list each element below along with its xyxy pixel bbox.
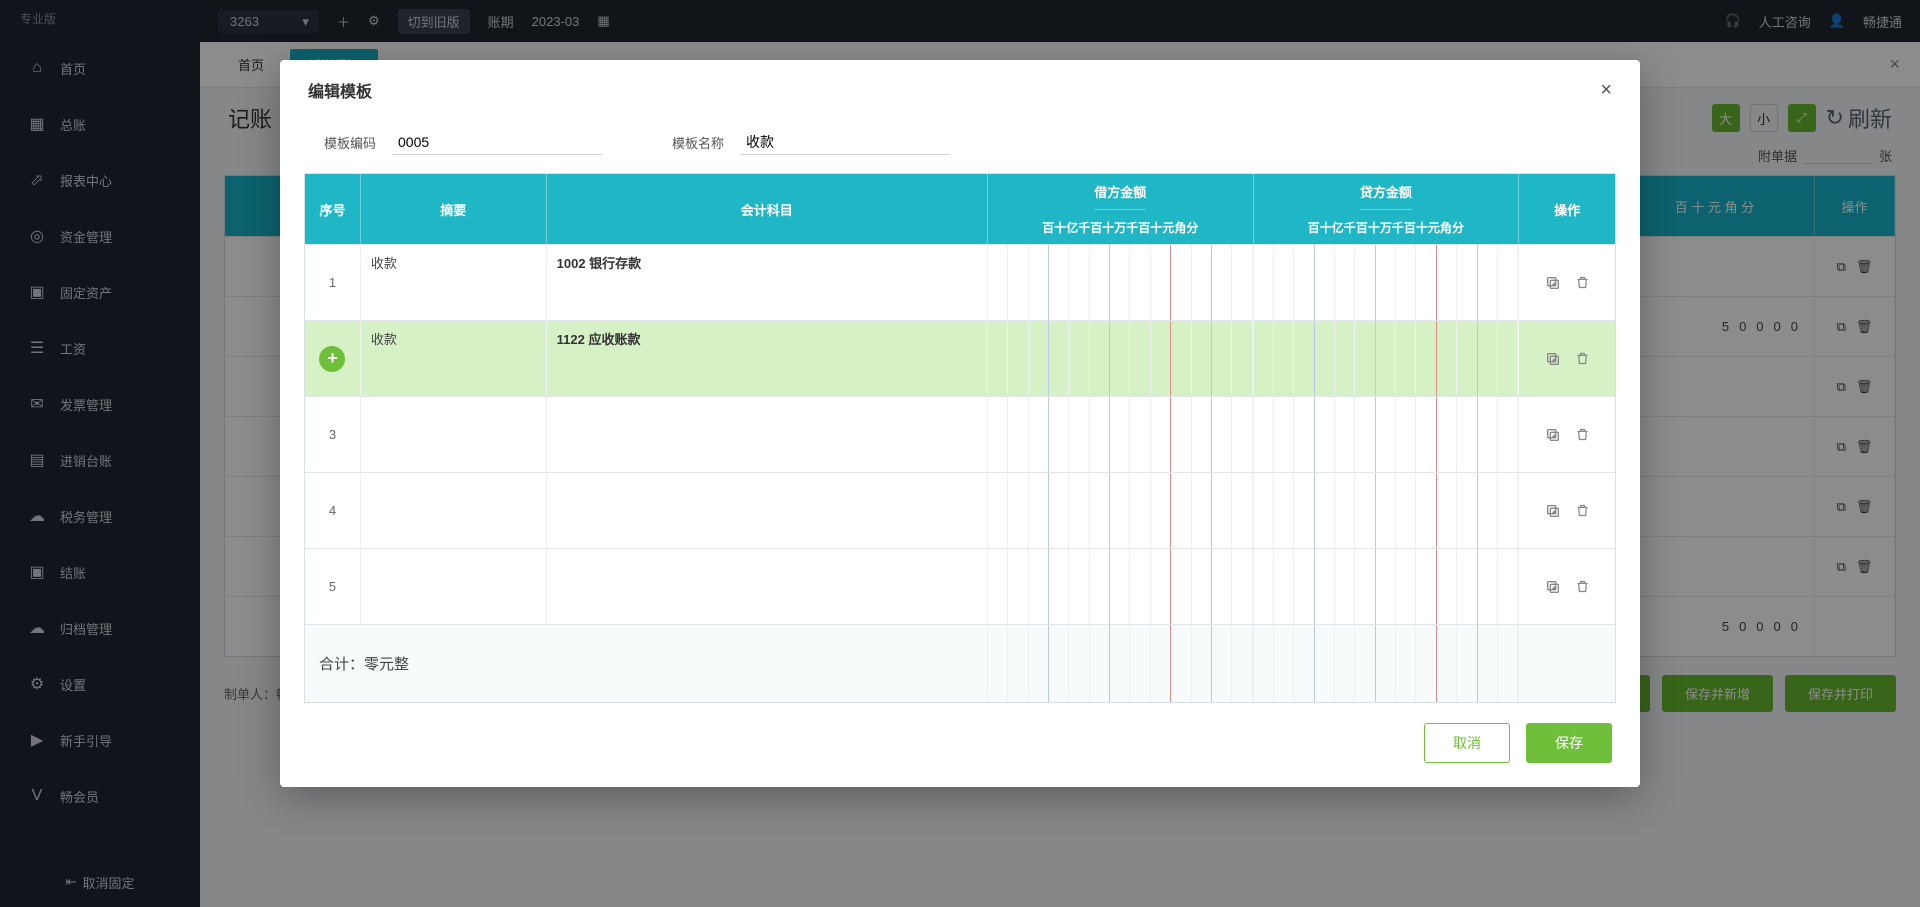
debit-cell[interactable] (988, 397, 1254, 472)
unit-label: 十 (1416, 210, 1428, 244)
unit-label: 亿 (1066, 210, 1078, 244)
trash-icon[interactable] (1575, 275, 1590, 290)
credit-units: 百十亿千百十万千百十元角分 (1308, 210, 1464, 244)
account-cell[interactable]: 1002 银行存款 (547, 245, 988, 320)
unit-label: 万 (1114, 210, 1126, 244)
table-row[interactable]: 1收款1002 银行存款 (305, 244, 1615, 320)
copy-icon[interactable] (1545, 503, 1561, 519)
unit-label: 元 (1162, 210, 1174, 244)
trash-icon[interactable] (1575, 503, 1590, 518)
debit-cell[interactable] (988, 549, 1254, 624)
unit-label: 角 (1174, 210, 1186, 244)
unit-label: 十 (1054, 210, 1066, 244)
account-cell[interactable] (547, 549, 988, 624)
credit-cell[interactable] (1254, 321, 1520, 396)
edit-template-modal: 编辑模板 × 模板编码 模板名称 序号 摘要 会计科目 借方金额 百十亿千百十万… (280, 60, 1640, 787)
th-debit: 借方金额 百十亿千百十万千百十元角分 (988, 174, 1254, 244)
th-index: 序号 (305, 174, 361, 244)
th-op: 操作 (1519, 174, 1615, 244)
row-ops (1519, 397, 1615, 472)
row-ops (1519, 549, 1615, 624)
unit-label: 百 (1308, 210, 1320, 244)
unit-label: 分 (1452, 210, 1464, 244)
trash-icon[interactable] (1575, 579, 1590, 594)
summary-cell[interactable] (361, 473, 547, 548)
modal-title: 编辑模板 (308, 78, 372, 102)
add-row-button[interactable]: + (319, 346, 345, 372)
unit-label: 角 (1440, 210, 1452, 244)
template-code-input[interactable] (392, 130, 602, 155)
unit-label: 十 (1150, 210, 1162, 244)
credit-cell[interactable] (1254, 245, 1520, 320)
row-index: 5 (305, 549, 361, 624)
template-code-label: 模板编码 (324, 133, 376, 152)
credit-cell[interactable] (1254, 549, 1520, 624)
unit-label: 分 (1186, 210, 1198, 244)
credit-cell[interactable] (1254, 397, 1520, 472)
template-name-label: 模板名称 (672, 133, 724, 152)
copy-icon[interactable] (1545, 579, 1561, 595)
credit-cell[interactable] (1254, 473, 1520, 548)
table-row[interactable]: 5 (305, 548, 1615, 624)
unit-label: 百 (1356, 210, 1368, 244)
unit-label: 万 (1380, 210, 1392, 244)
summary-cell[interactable] (361, 397, 547, 472)
unit-label: 千 (1344, 210, 1356, 244)
row-index: 1 (305, 245, 361, 320)
copy-icon[interactable] (1545, 275, 1561, 291)
th-account: 会计科目 (547, 174, 988, 244)
save-button[interactable]: 保存 (1526, 723, 1612, 763)
copy-icon[interactable] (1545, 351, 1561, 367)
close-icon[interactable]: × (1600, 79, 1612, 102)
unit-label: 百 (1090, 210, 1102, 244)
row-ops (1519, 473, 1615, 548)
unit-label: 千 (1126, 210, 1138, 244)
summary-cell[interactable] (361, 549, 547, 624)
cancel-button[interactable]: 取消 (1424, 723, 1510, 763)
summary-cell[interactable]: 收款 (361, 245, 547, 320)
row-ops (1519, 321, 1615, 396)
total-credit (1254, 625, 1520, 702)
debit-cell[interactable] (988, 321, 1254, 396)
template-table: 序号 摘要 会计科目 借方金额 百十亿千百十万千百十元角分 贷方金额 百十亿千百… (304, 173, 1616, 703)
copy-icon[interactable] (1545, 427, 1561, 443)
unit-label: 百 (1404, 210, 1416, 244)
table-row[interactable]: 3 (305, 396, 1615, 472)
debit-cell[interactable] (988, 245, 1254, 320)
unit-label: 十 (1102, 210, 1114, 244)
table-row[interactable]: + 收款1122 应收账款 (305, 320, 1615, 396)
account-cell[interactable] (547, 397, 988, 472)
row-index: 3 (305, 397, 361, 472)
unit-label: 千 (1078, 210, 1090, 244)
unit-label: 元 (1428, 210, 1440, 244)
unit-label: 百 (1042, 210, 1054, 244)
total-label: 合计：零元整 (305, 625, 988, 702)
row-ops (1519, 245, 1615, 320)
trash-icon[interactable] (1575, 427, 1590, 442)
unit-label: 亿 (1332, 210, 1344, 244)
unit-label: 千 (1392, 210, 1404, 244)
total-debit (988, 625, 1254, 702)
unit-label: 百 (1138, 210, 1150, 244)
debit-units: 百十亿千百十万千百十元角分 (1042, 210, 1198, 244)
summary-cell[interactable]: 收款 (361, 321, 547, 396)
th-credit: 贷方金额 百十亿千百十万千百十元角分 (1254, 174, 1520, 244)
debit-cell[interactable] (988, 473, 1254, 548)
th-summary: 摘要 (361, 174, 547, 244)
account-cell[interactable] (547, 473, 988, 548)
template-name-input[interactable] (740, 130, 950, 155)
unit-label: 十 (1368, 210, 1380, 244)
trash-icon[interactable] (1575, 351, 1590, 366)
unit-label: 十 (1320, 210, 1332, 244)
table-row[interactable]: 4 (305, 472, 1615, 548)
account-cell[interactable]: 1122 应收账款 (547, 321, 988, 396)
row-index: 4 (305, 473, 361, 548)
